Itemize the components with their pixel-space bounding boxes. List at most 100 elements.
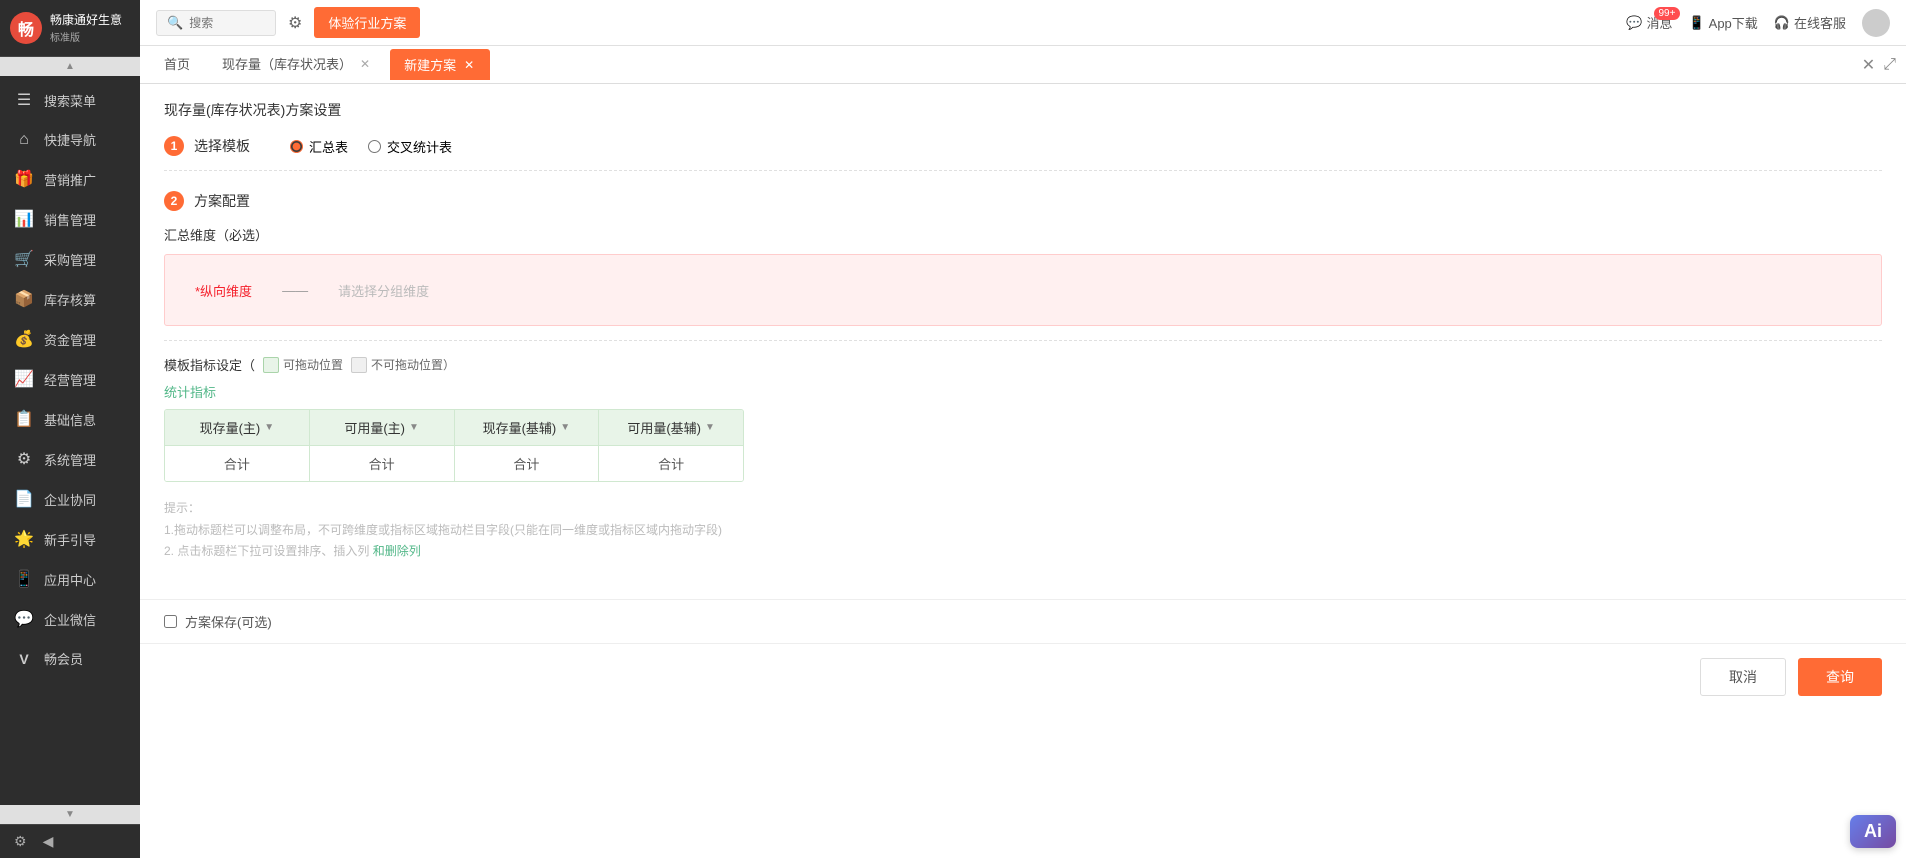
section-template-title: 选择模板 bbox=[194, 136, 250, 156]
save-section: 方案保存(可选) bbox=[140, 599, 1906, 643]
dimension-dash: —— bbox=[282, 283, 308, 298]
section-divider-1 bbox=[164, 170, 1882, 171]
sidebar-settings-button[interactable]: ⚙ bbox=[14, 833, 27, 850]
operations-icon: 📈 bbox=[14, 369, 34, 389]
brand-area: 畅 畅康通好生意 标准版 bbox=[0, 0, 140, 57]
sales-icon: 📊 bbox=[14, 209, 34, 229]
brand-text-group: 畅康通好生意 标准版 bbox=[50, 12, 122, 44]
dimension-placeholder: 请选择分组维度 bbox=[338, 281, 429, 300]
search-input[interactable] bbox=[189, 16, 269, 30]
cancel-button[interactable]: 取消 bbox=[1700, 658, 1786, 696]
content: 现存量(库存状况表)方案设置 1 选择模板 汇总表 交叉统计表 bbox=[140, 84, 1906, 599]
sidebar-item-member[interactable]: V 畅会员 bbox=[0, 639, 140, 678]
legend-draggable-text: 可拖动位置 bbox=[283, 356, 343, 373]
user-avatar[interactable] bbox=[1862, 9, 1890, 37]
tab-new-scheme-close[interactable]: ✕ bbox=[462, 58, 476, 72]
radio-summary-input[interactable] bbox=[290, 140, 303, 153]
sidebar-audio-button[interactable]: ◀ bbox=[43, 833, 54, 850]
indicator-col-2[interactable]: 可用量(主) ▼ bbox=[310, 410, 455, 445]
app-center-icon: 📱 bbox=[14, 569, 34, 589]
brand-name: 畅康通好生意 bbox=[50, 12, 122, 29]
radio-cross[interactable]: 交叉统计表 bbox=[368, 137, 452, 156]
trial-button[interactable]: 体验行业方案 bbox=[314, 7, 420, 38]
sidebar-item-new-guide[interactable]: 🌟 新手引导 bbox=[0, 519, 140, 559]
sidebar-item-app-center[interactable]: 📱 应用中心 bbox=[0, 559, 140, 599]
search-box[interactable]: 🔍 bbox=[156, 10, 276, 36]
section-template: 1 选择模板 汇总表 交叉统计表 bbox=[164, 136, 1882, 171]
inventory-icon: 📦 bbox=[14, 289, 34, 309]
section-config: 2 方案配置 汇总维度（必选） *纵向维度 —— 请选择分组维度 bbox=[164, 191, 1882, 563]
sidebar-scroll-up[interactable]: ▲ bbox=[0, 57, 140, 76]
indicator-col-4-arrow[interactable]: ▼ bbox=[705, 422, 715, 433]
dimension-label: 汇总维度（必选） bbox=[164, 225, 1882, 244]
sidebar-footer: ⚙ ◀ bbox=[0, 824, 140, 858]
section-config-header: 2 方案配置 bbox=[164, 191, 1882, 211]
sidebar-item-operations[interactable]: 📈 经营管理 bbox=[0, 359, 140, 399]
indicator-col-1[interactable]: 现存量(主) ▼ bbox=[165, 410, 310, 445]
tab-inventory-status-close[interactable]: ✕ bbox=[358, 57, 372, 71]
new-guide-icon: 🌟 bbox=[14, 529, 34, 549]
radio-summary[interactable]: 汇总表 bbox=[290, 137, 348, 156]
save-checkbox-label[interactable]: 方案保存(可选) bbox=[185, 612, 272, 631]
radio-cross-label: 交叉统计表 bbox=[387, 137, 452, 156]
sidebar-item-marketing[interactable]: 🎁 营销推广 bbox=[0, 159, 140, 199]
sidebar-item-wechat-label: 企业微信 bbox=[44, 610, 96, 629]
sidebar-scroll-down[interactable]: ▼ bbox=[0, 805, 140, 824]
topbar-gear-button[interactable]: ⚙ bbox=[288, 13, 302, 33]
section-divider-2 bbox=[164, 340, 1882, 341]
tab-home-label: 首页 bbox=[164, 54, 190, 73]
window-expand-button[interactable]: ⤢ bbox=[1883, 56, 1896, 74]
sidebar-item-system[interactable]: ⚙ 系统管理 bbox=[0, 439, 140, 479]
search-icon: 🔍 bbox=[167, 15, 183, 31]
indicator-col-4[interactable]: 可用量(基辅) ▼ bbox=[599, 410, 743, 445]
search-menu-icon: ☰ bbox=[14, 90, 34, 110]
ai-badge[interactable]: Ai bbox=[1850, 815, 1896, 848]
topbar: 🔍 ⚙ 体验行业方案 💬 消息 99+ 📱 App下载 🎧 在线客服 bbox=[140, 0, 1906, 46]
indicator-col-1-arrow[interactable]: ▼ bbox=[264, 422, 274, 433]
sidebar-item-agreement-label: 企业协同 bbox=[44, 490, 96, 509]
tab-home[interactable]: 首页 bbox=[150, 48, 204, 81]
indicator-col-2-arrow[interactable]: ▼ bbox=[409, 422, 419, 433]
sidebar-item-inventory[interactable]: 📦 库存核算 bbox=[0, 279, 140, 319]
sidebar-item-agreement[interactable]: 📄 企业协同 bbox=[0, 479, 140, 519]
brand-sub: 标准版 bbox=[50, 29, 122, 44]
tab-new-scheme[interactable]: 新建方案 ✕ bbox=[390, 49, 490, 80]
sidebar-item-quick-nav[interactable]: ⌂ 快捷导航 bbox=[0, 120, 140, 159]
ai-badge-label: Ai bbox=[1864, 821, 1882, 841]
legend-box-draggable bbox=[263, 357, 279, 373]
indicator-settings-label: 模板指标设定（ 可拖动位置 不可拖动位置） bbox=[164, 355, 1882, 374]
online-service-label: 在线客服 bbox=[1794, 13, 1846, 32]
indicator-cell-1-2: 合计 bbox=[310, 446, 455, 481]
window-controls: ✕ ⤢ bbox=[1862, 55, 1896, 75]
online-service-button[interactable]: 🎧 在线客服 bbox=[1774, 13, 1846, 32]
legend-fixed-text: 不可拖动位置） bbox=[371, 356, 455, 373]
sidebar-item-new-guide-label: 新手引导 bbox=[44, 530, 96, 549]
app-download-button[interactable]: 📱 App下载 bbox=[1688, 13, 1757, 32]
indicator-col-4-label: 可用量(基辅) bbox=[627, 418, 701, 437]
tab-inventory-status-label: 现存量（库存状况表） bbox=[222, 54, 352, 73]
save-checkbox[interactable] bbox=[164, 615, 177, 628]
sidebar-item-wechat[interactable]: 💬 企业微信 bbox=[0, 599, 140, 639]
sidebar-item-finance[interactable]: 💰 资金管理 bbox=[0, 319, 140, 359]
sidebar-item-basic-info[interactable]: 📋 基础信息 bbox=[0, 399, 140, 439]
sidebar-item-search-menu[interactable]: ☰ 搜索菜单 bbox=[0, 80, 140, 120]
finance-icon: 💰 bbox=[14, 329, 34, 349]
sidebar-item-app-center-label: 应用中心 bbox=[44, 570, 96, 589]
sidebar-item-purchase[interactable]: 🛒 采购管理 bbox=[0, 239, 140, 279]
indicator-col-1-label: 现存量(主) bbox=[200, 418, 261, 437]
agreement-icon: 📄 bbox=[14, 489, 34, 509]
sidebar-item-finance-label: 资金管理 bbox=[44, 330, 96, 349]
sidebar-item-sales[interactable]: 📊 销售管理 bbox=[0, 199, 140, 239]
message-icon: 💬 bbox=[1626, 15, 1642, 31]
tab-inventory-status[interactable]: 现存量（库存状况表） ✕ bbox=[208, 48, 386, 81]
member-icon: V bbox=[14, 651, 34, 667]
tips-title: 提示： bbox=[164, 501, 200, 515]
indicator-col-3[interactable]: 现存量(基辅) ▼ bbox=[455, 410, 600, 445]
indicator-cell-1-3: 合计 bbox=[455, 446, 600, 481]
query-button[interactable]: 查询 bbox=[1798, 658, 1882, 696]
step-badge-1: 1 bbox=[164, 136, 184, 156]
indicator-col-3-arrow[interactable]: ▼ bbox=[560, 422, 570, 433]
radio-cross-input[interactable] bbox=[368, 140, 381, 153]
window-close-button[interactable]: ✕ bbox=[1862, 55, 1875, 75]
message-button[interactable]: 💬 消息 99+ bbox=[1626, 13, 1672, 32]
